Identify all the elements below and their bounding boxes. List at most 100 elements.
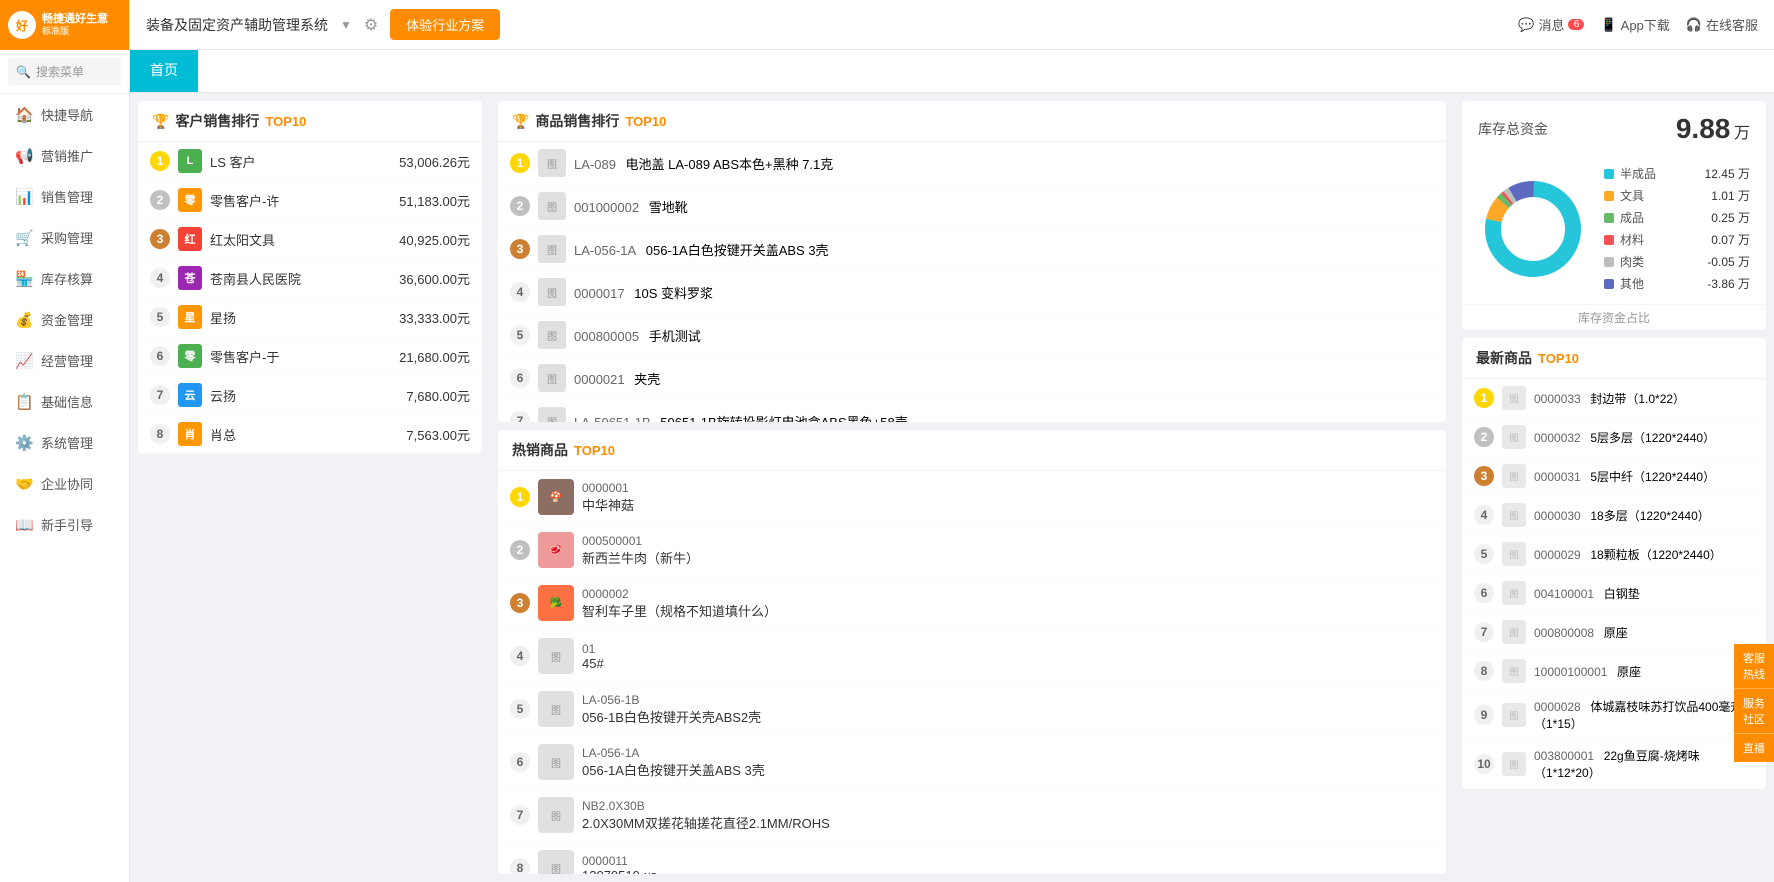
latest-products-header: 最新商品 TOP10 — [1462, 338, 1766, 379]
logo-text: 畅捷通好生意 标准版 — [42, 13, 108, 37]
try-plan-button[interactable]: 体验行业方案 — [390, 9, 500, 40]
sidebar-item-inventory[interactable]: 🏪 库存核算 — [0, 258, 129, 299]
left-panels: 🏆 客户销售排行 TOP10 1 L LS 客户 53,006.26元 2 零 … — [130, 93, 490, 882]
list-item: 7 图 NB2.0X30B 2.0X30MM双搓花轴搓花直径2.1MM/ROHS — [498, 789, 1446, 842]
product-info: 0000028 体城嘉枝味苏打饮品400毫升（1*15） — [1534, 698, 1754, 732]
product-thumbnail: 图 — [1502, 703, 1526, 727]
customer-rank-panel: 🏆 客户销售排行 TOP10 1 L LS 客户 53,006.26元 2 零 … — [138, 101, 482, 454]
avatar: 肖 — [178, 422, 202, 446]
sidebar-item-system[interactable]: ⚙️ 系统管理 — [0, 422, 129, 463]
product-thumbnail: 图 — [538, 407, 566, 422]
topbar-right: 💬 消息 6 📱 App下载 🎧 在线客服 — [1518, 15, 1758, 34]
inventory-panel: 库存总资金 9.88 万 — [1462, 101, 1766, 330]
rank-number: 8 — [510, 858, 530, 874]
rank-number: 8 — [150, 424, 170, 444]
list-item: 2 图 001000002 雪地靴 — [498, 185, 1446, 228]
product-info: NB2.0X30B 2.0X30MM双搓花轴搓花直径2.1MM/ROHS — [582, 799, 1434, 832]
inventory-footer-label: 库存资金占比 — [1462, 304, 1766, 330]
product-info: 10000100001 原座 — [1534, 663, 1754, 680]
trophy2-icon: 🏆 — [512, 113, 529, 130]
legend-item-material: 材料 0.07 万 — [1604, 231, 1750, 248]
avatar: 苍 — [178, 266, 202, 290]
latest-products-list: 1 图 0000033 封边带（1.0*22） 2 图 0000032 5层多层… — [1462, 379, 1766, 789]
product-info: 000800008 原座 — [1534, 624, 1754, 641]
dropdown-arrow-icon[interactable]: ▼ — [340, 18, 352, 32]
product-info: LA-056-1A 056-1A白色按键开关盖ABS 3壳 — [574, 240, 1434, 259]
list-item: 1 图 LA-089 电池盖 LA-089 ABS本色+黑种 7.1克 — [498, 142, 1446, 185]
table-row: 4 苍 苍南县人民医院 36,600.00元 — [138, 259, 482, 298]
product-thumbnail: 图 — [1502, 542, 1526, 566]
list-item: 8 图 10000100001 原座 — [1462, 652, 1766, 691]
rank-number: 7 — [510, 411, 530, 422]
legend-dot — [1604, 279, 1614, 289]
list-item: 10 图 003800001 22g鱼豆腐-烧烤味（1*12*20） — [1462, 740, 1766, 789]
product-info: 004100001 白钢垫 — [1534, 585, 1754, 602]
sidebar-logo: 好 畅捷通好生意 标准版 — [0, 0, 129, 50]
home-icon: 🏠 — [15, 106, 33, 124]
online-service-button[interactable]: 🎧 在线客服 — [1686, 15, 1758, 34]
sidebar-item-operations[interactable]: 📈 经营管理 — [0, 340, 129, 381]
product-info: 0000029 18颗粒板（1220*2440） — [1534, 546, 1754, 563]
sidebar-item-sales[interactable]: 📊 销售管理 — [0, 176, 129, 217]
guide-icon: 📖 — [15, 516, 33, 534]
settings-gear-icon[interactable]: ⚙ — [364, 15, 378, 35]
list-item: 5 图 LA-056-1B 056-1B白色按键开关壳ABS2壳 — [498, 683, 1446, 736]
sidebar-item-finance[interactable]: 💰 资金管理 — [0, 299, 129, 340]
product-thumbnail: 图 — [538, 691, 574, 727]
rank-number: 8 — [1474, 661, 1494, 681]
customer-service-button[interactable]: 客服热线 — [1734, 644, 1774, 689]
product-info: LA-59651-1B 59651-1B旋转投影灯电池盒ABS黑色+58壳 — [574, 412, 1434, 423]
avatar: 星 — [178, 305, 202, 329]
live-stream-button[interactable]: 直播 — [1734, 734, 1774, 762]
legend-dot — [1604, 213, 1614, 223]
rank-number: 4 — [150, 268, 170, 288]
cooperation-icon: 🤝 — [15, 475, 33, 493]
product-thumbnail: 图 — [538, 744, 574, 780]
sidebar-search: 🔍 搜索菜单 — [0, 50, 129, 94]
rank-number: 6 — [150, 346, 170, 366]
message-button[interactable]: 💬 消息 6 — [1518, 15, 1584, 34]
product-thumbnail: 图 — [538, 638, 574, 674]
system-title: 装备及固定资产辅助管理系统 — [146, 15, 328, 35]
list-item: 5 图 0000029 18颗粒板（1220*2440） — [1462, 535, 1766, 574]
list-item: 7 图 LA-59651-1B 59651-1B旋转投影灯电池盒ABS黑色+58… — [498, 400, 1446, 422]
search-menu-button[interactable]: 🔍 搜索菜单 — [8, 58, 121, 85]
app-download-button[interactable]: 📱 App下载 — [1600, 15, 1669, 34]
table-row: 8 肖 肖总 7,563.00元 — [138, 415, 482, 454]
product-info: 000800005 手机测试 — [574, 326, 1434, 345]
product-info: LA-089 电池盖 LA-089 ABS本色+黑种 7.1克 — [574, 154, 1434, 173]
product-info: LA-056-1B 056-1B白色按键开关壳ABS2壳 — [582, 693, 1434, 726]
legend-dot — [1604, 191, 1614, 201]
product-thumbnail: 图 — [1502, 464, 1526, 488]
sidebar-item-home[interactable]: 🏠 快捷导航 — [0, 94, 129, 135]
legend-dot — [1604, 235, 1614, 245]
message-icon: 💬 — [1518, 17, 1534, 33]
sidebar-item-cooperation[interactable]: 🤝 企业协同 — [0, 463, 129, 504]
hot-products-panel: 热销商品 TOP10 1 🍄 0000001 中华神菇 2 🥩 — [498, 430, 1446, 874]
sidebar-item-guide[interactable]: 📖 新手引导 — [0, 504, 129, 545]
rank-number: 2 — [150, 190, 170, 210]
sidebar-item-basic-info[interactable]: 📋 基础信息 — [0, 381, 129, 422]
service-community-button[interactable]: 服务社区 — [1734, 689, 1774, 734]
rank-number: 6 — [510, 752, 530, 772]
rank-number: 10 — [1474, 754, 1494, 774]
donut-chart — [1478, 174, 1588, 284]
table-row: 5 星 星扬 33,333.00元 — [138, 298, 482, 337]
inventory-header: 库存总资金 9.88 万 — [1462, 101, 1766, 157]
middle-panels: 🏆 商品销售排行 TOP10 1 图 LA-089 电池盖 LA-089 ABS… — [490, 93, 1454, 882]
product-info: 0000001 中华神菇 — [582, 481, 1434, 514]
legend-item-finished: 成品 0.25 万 — [1604, 209, 1750, 226]
product-info: 003800001 22g鱼豆腐-烧烤味（1*12*20） — [1534, 747, 1754, 781]
hot-products-header: 热销商品 TOP10 — [498, 430, 1446, 471]
sidebar-item-purchase[interactable]: 🛒 采购管理 — [0, 217, 129, 258]
product-rank-list: 1 图 LA-089 电池盖 LA-089 ABS本色+黑种 7.1克 2 图 … — [498, 142, 1446, 422]
product-info: 001000002 雪地靴 — [574, 197, 1434, 216]
rank-number: 1 — [1474, 388, 1494, 408]
legend-dot — [1604, 257, 1614, 267]
marketing-icon: 📢 — [15, 147, 33, 165]
tab-home[interactable]: 首页 — [130, 50, 198, 92]
rank-number: 3 — [150, 229, 170, 249]
product-info: 0000030 18多层（1220*2440） — [1534, 507, 1754, 524]
product-info: 000500001 新西兰牛肉（新牛） — [582, 534, 1434, 567]
sidebar-item-marketing[interactable]: 📢 营销推广 — [0, 135, 129, 176]
